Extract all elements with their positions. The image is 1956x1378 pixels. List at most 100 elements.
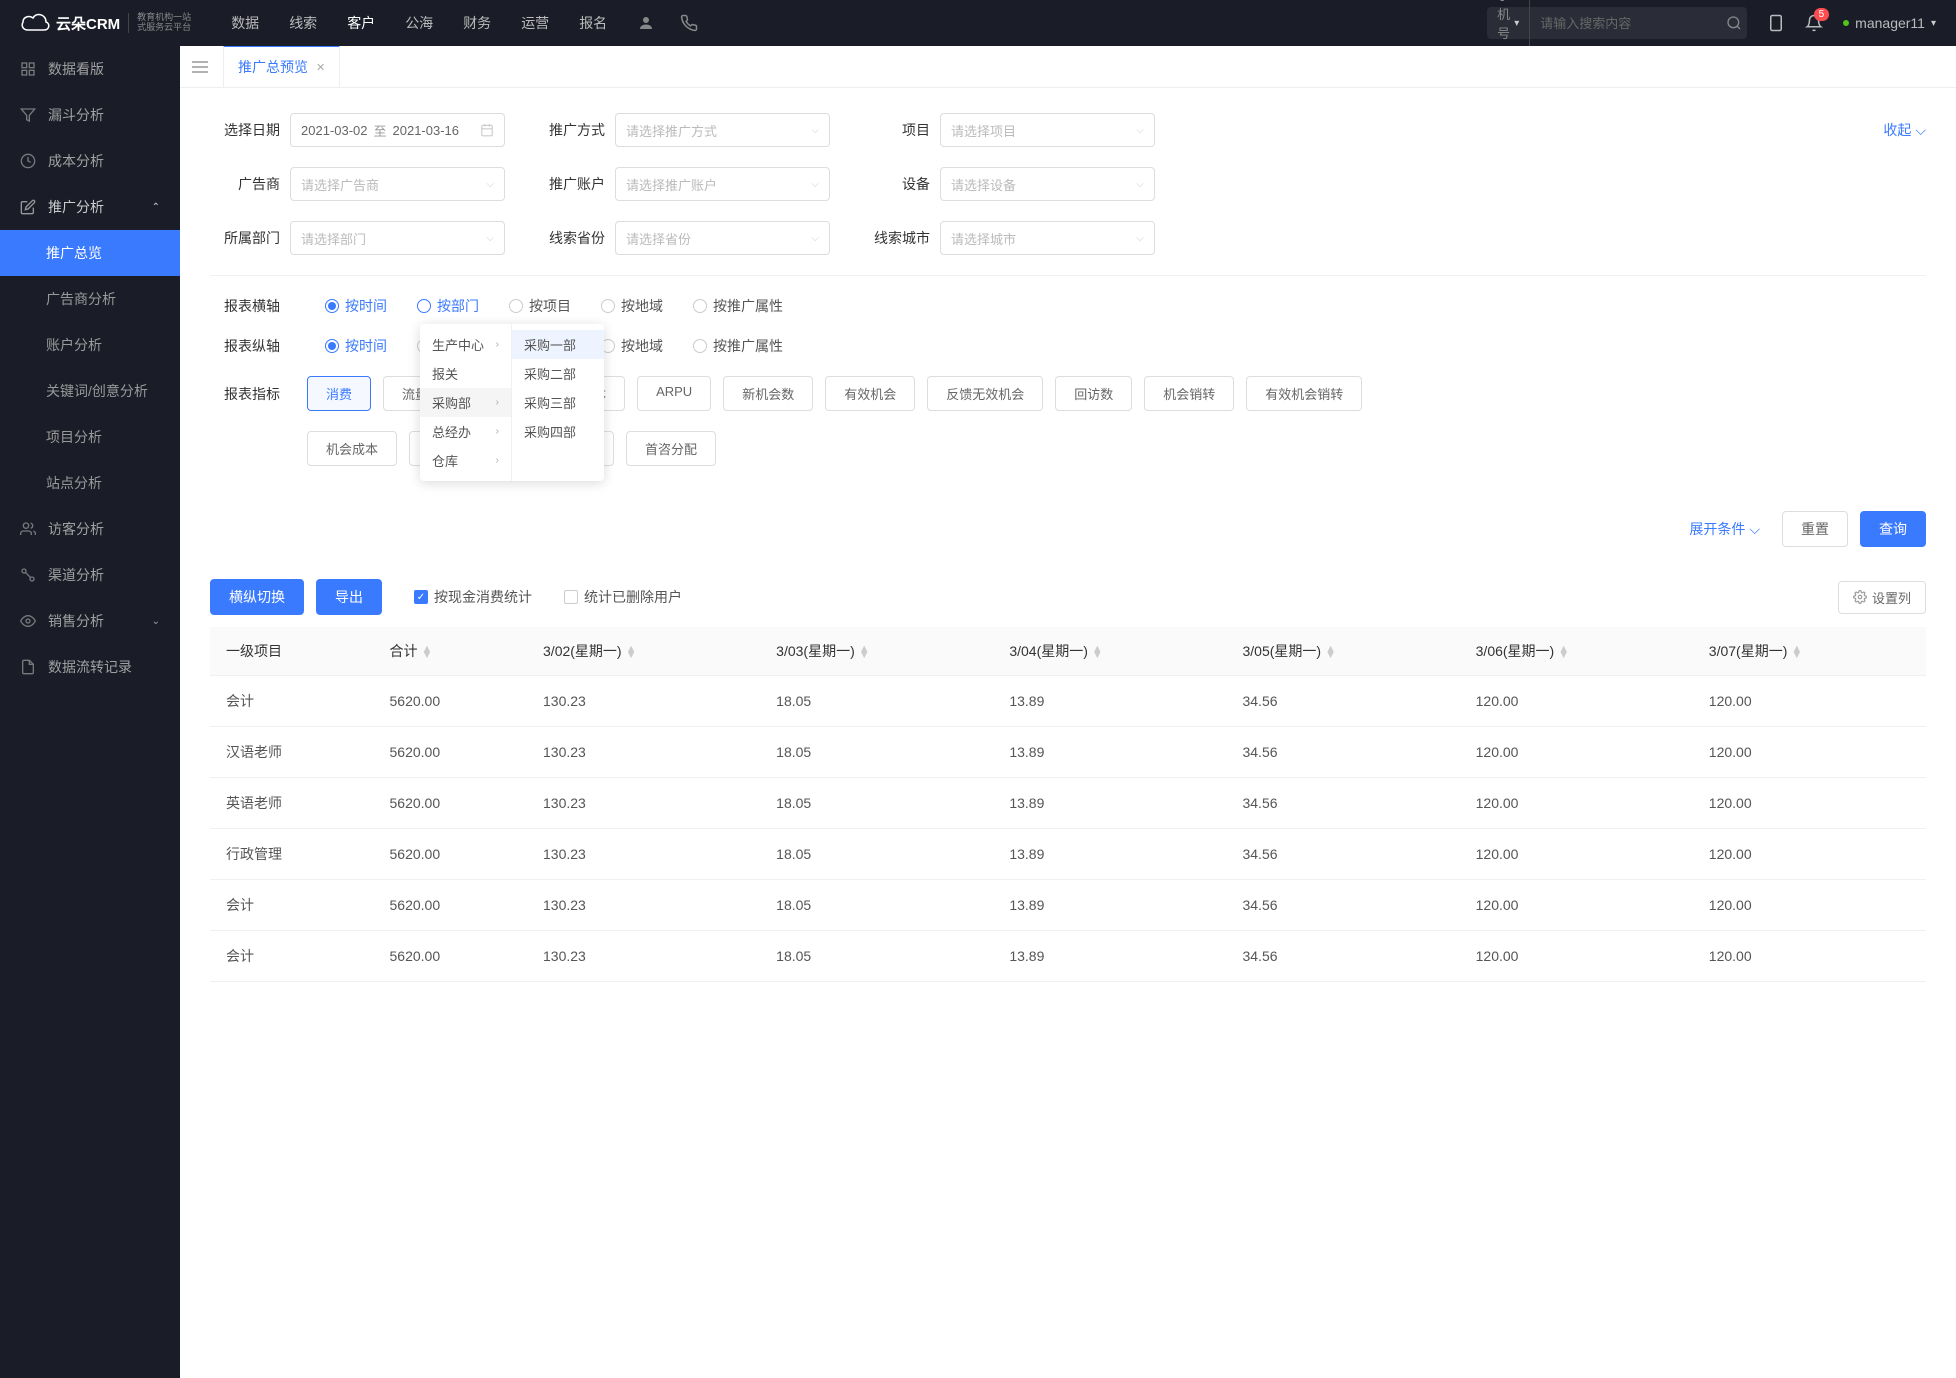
radio-axis-h[interactable]: 按地域: [601, 296, 663, 316]
sidebar-subitem[interactable]: 项目分析: [0, 414, 180, 460]
table-cell: 34.56: [1226, 931, 1459, 982]
tab-promotion-overview[interactable]: 推广总预览 ✕: [223, 46, 340, 87]
table-header[interactable]: 3/05(星期一)▲▼: [1226, 627, 1459, 676]
radio-axis-v[interactable]: 按地域: [601, 336, 663, 356]
metric-tag[interactable]: 有效机会: [825, 376, 915, 411]
sidebar-subitem[interactable]: 关键词/创意分析: [0, 368, 180, 414]
nav-item[interactable]: 报名: [579, 13, 607, 33]
nav-item[interactable]: 客户: [347, 13, 375, 33]
cascader-item[interactable]: 报关: [420, 359, 511, 388]
edit-icon: [20, 199, 36, 215]
table-cell: 5620.00: [374, 829, 528, 880]
table-header[interactable]: 3/04(星期一)▲▼: [993, 627, 1226, 676]
metric-tag[interactable]: 消费: [307, 376, 371, 411]
table-header[interactable]: 一级项目: [210, 627, 374, 676]
sidebar-item[interactable]: 推广分析⌃: [0, 184, 180, 230]
table-header[interactable]: 3/07(星期一)▲▼: [1693, 627, 1926, 676]
sidebar-item[interactable]: 访客分析: [0, 506, 180, 552]
cascader-item[interactable]: 仓库›: [420, 446, 511, 475]
city-select[interactable]: 请选择城市 ⌵: [940, 221, 1155, 255]
radio-axis-h[interactable]: 按部门: [417, 296, 479, 316]
nav-item[interactable]: 公海: [405, 13, 433, 33]
province-select[interactable]: 请选择省份 ⌵: [615, 221, 830, 255]
sidebar-item[interactable]: 数据流转记录: [0, 644, 180, 690]
table-header[interactable]: 合计▲▼: [374, 627, 528, 676]
search-icon[interactable]: [1726, 15, 1742, 31]
expand-conditions-link[interactable]: 展开条件 ⌵: [1689, 519, 1760, 539]
sidebar-subitem[interactable]: 推广总览: [0, 230, 180, 276]
sidebar-subitem[interactable]: 账户分析: [0, 322, 180, 368]
radio-axis-h[interactable]: 按推广属性: [693, 296, 783, 316]
sidebar-item[interactable]: 渠道分析: [0, 552, 180, 598]
table-cell: 13.89: [993, 676, 1226, 727]
metric-tag[interactable]: 反馈无效机会: [927, 376, 1043, 411]
cash-stats-checkbox[interactable]: 按现金消费统计: [414, 587, 532, 607]
radio-axis-h[interactable]: 按项目: [509, 296, 571, 316]
phone-icon-nav[interactable]: [680, 14, 698, 32]
nav-item[interactable]: 财务: [463, 13, 491, 33]
table-row: 会计5620.00130.2318.0513.8934.56120.00120.…: [210, 880, 1926, 931]
nav-item[interactable]: 线索: [289, 13, 317, 33]
chevron-down-icon: ⌵: [486, 233, 494, 244]
metric-tag[interactable]: 有效机会销转: [1246, 376, 1362, 411]
dept-select[interactable]: 请选择部门 ⌵: [290, 221, 505, 255]
chevron-down-icon: ⌵: [811, 233, 819, 244]
column-settings-button[interactable]: 设置列: [1838, 581, 1926, 614]
radio-axis-v[interactable]: 按时间: [325, 336, 387, 356]
sidebar-collapse-button[interactable]: [192, 60, 208, 74]
sidebar-item[interactable]: 数据看版: [0, 46, 180, 92]
cascader-item[interactable]: 采购三部: [512, 388, 604, 417]
table-cell: 5620.00: [374, 880, 528, 931]
chevron-down-icon: ⌵: [486, 179, 494, 190]
sidebar-subitem[interactable]: 广告商分析: [0, 276, 180, 322]
user-menu[interactable]: manager11 ▾: [1843, 15, 1936, 31]
metrics-group: 报表指标 消费流量线索流量成本ARPU新机会数有效机会反馈无效机会回访数机会销转…: [210, 376, 1362, 411]
table-header[interactable]: 3/02(星期一)▲▼: [527, 627, 760, 676]
metric-tag[interactable]: ARPU: [637, 376, 711, 411]
cascader-item[interactable]: 采购四部: [512, 417, 604, 446]
advertiser-select[interactable]: 请选择广告商 ⌵: [290, 167, 505, 201]
cascader-item[interactable]: 总经办›: [420, 417, 511, 446]
sort-icon: ▲▼: [1325, 646, 1336, 659]
sidebar-item[interactable]: 销售分析⌄: [0, 598, 180, 644]
date-range-picker[interactable]: 2021-03-02 至 2021-03-16: [290, 113, 505, 147]
metric-tag[interactable]: 机会销转: [1144, 376, 1234, 411]
cascader-item[interactable]: 采购一部: [512, 330, 604, 359]
mobile-icon[interactable]: [1767, 14, 1785, 32]
logo[interactable]: 云朵CRM 教育机构一站 式服务云平台: [20, 8, 191, 38]
export-button[interactable]: 导出: [316, 579, 382, 615]
device-select[interactable]: 请选择设备 ⌵: [940, 167, 1155, 201]
toggle-axis-button[interactable]: 横纵切换: [210, 579, 304, 615]
metric-tag[interactable]: 机会成本: [307, 431, 397, 466]
chevron-down-icon: ▾: [1514, 18, 1519, 29]
collapse-filters-link[interactable]: 收起 ⌵: [1883, 120, 1926, 140]
close-icon[interactable]: ✕: [316, 61, 325, 74]
cascader-item[interactable]: 采购二部: [512, 359, 604, 388]
cascader-item[interactable]: 采购部›: [420, 388, 511, 417]
nav-item[interactable]: 数据: [231, 13, 259, 33]
sidebar-subitem[interactable]: 站点分析: [0, 460, 180, 506]
project-select[interactable]: 请选择项目 ⌵: [940, 113, 1155, 147]
sidebar-item[interactable]: 成本分析: [0, 138, 180, 184]
table-cell: 会计: [210, 676, 374, 727]
sidebar-item[interactable]: 漏斗分析: [0, 92, 180, 138]
method-select[interactable]: 请选择推广方式 ⌵: [615, 113, 830, 147]
reset-button[interactable]: 重置: [1782, 511, 1848, 547]
chevron-right-icon: ›: [496, 426, 499, 437]
table-cell: 34.56: [1226, 676, 1459, 727]
radio-axis-v[interactable]: 按推广属性: [693, 336, 783, 356]
metric-tag[interactable]: 回访数: [1055, 376, 1132, 411]
metric-tag[interactable]: 新机会数: [723, 376, 813, 411]
nav-item[interactable]: 运营: [521, 13, 549, 33]
user-icon-nav[interactable]: [637, 14, 655, 32]
table-header[interactable]: 3/06(星期一)▲▼: [1460, 627, 1693, 676]
cascader-item[interactable]: 生产中心›: [420, 330, 511, 359]
account-select[interactable]: 请选择推广账户 ⌵: [615, 167, 830, 201]
deleted-stats-checkbox[interactable]: 统计已删除用户: [564, 587, 682, 607]
query-button[interactable]: 查询: [1860, 511, 1926, 547]
table-header[interactable]: 3/03(星期一)▲▼: [760, 627, 993, 676]
bell-icon[interactable]: 5: [1805, 14, 1823, 32]
radio-axis-h[interactable]: 按时间: [325, 296, 387, 316]
metric-tag[interactable]: 首咨分配: [626, 431, 716, 466]
search-input[interactable]: [1530, 16, 1726, 31]
